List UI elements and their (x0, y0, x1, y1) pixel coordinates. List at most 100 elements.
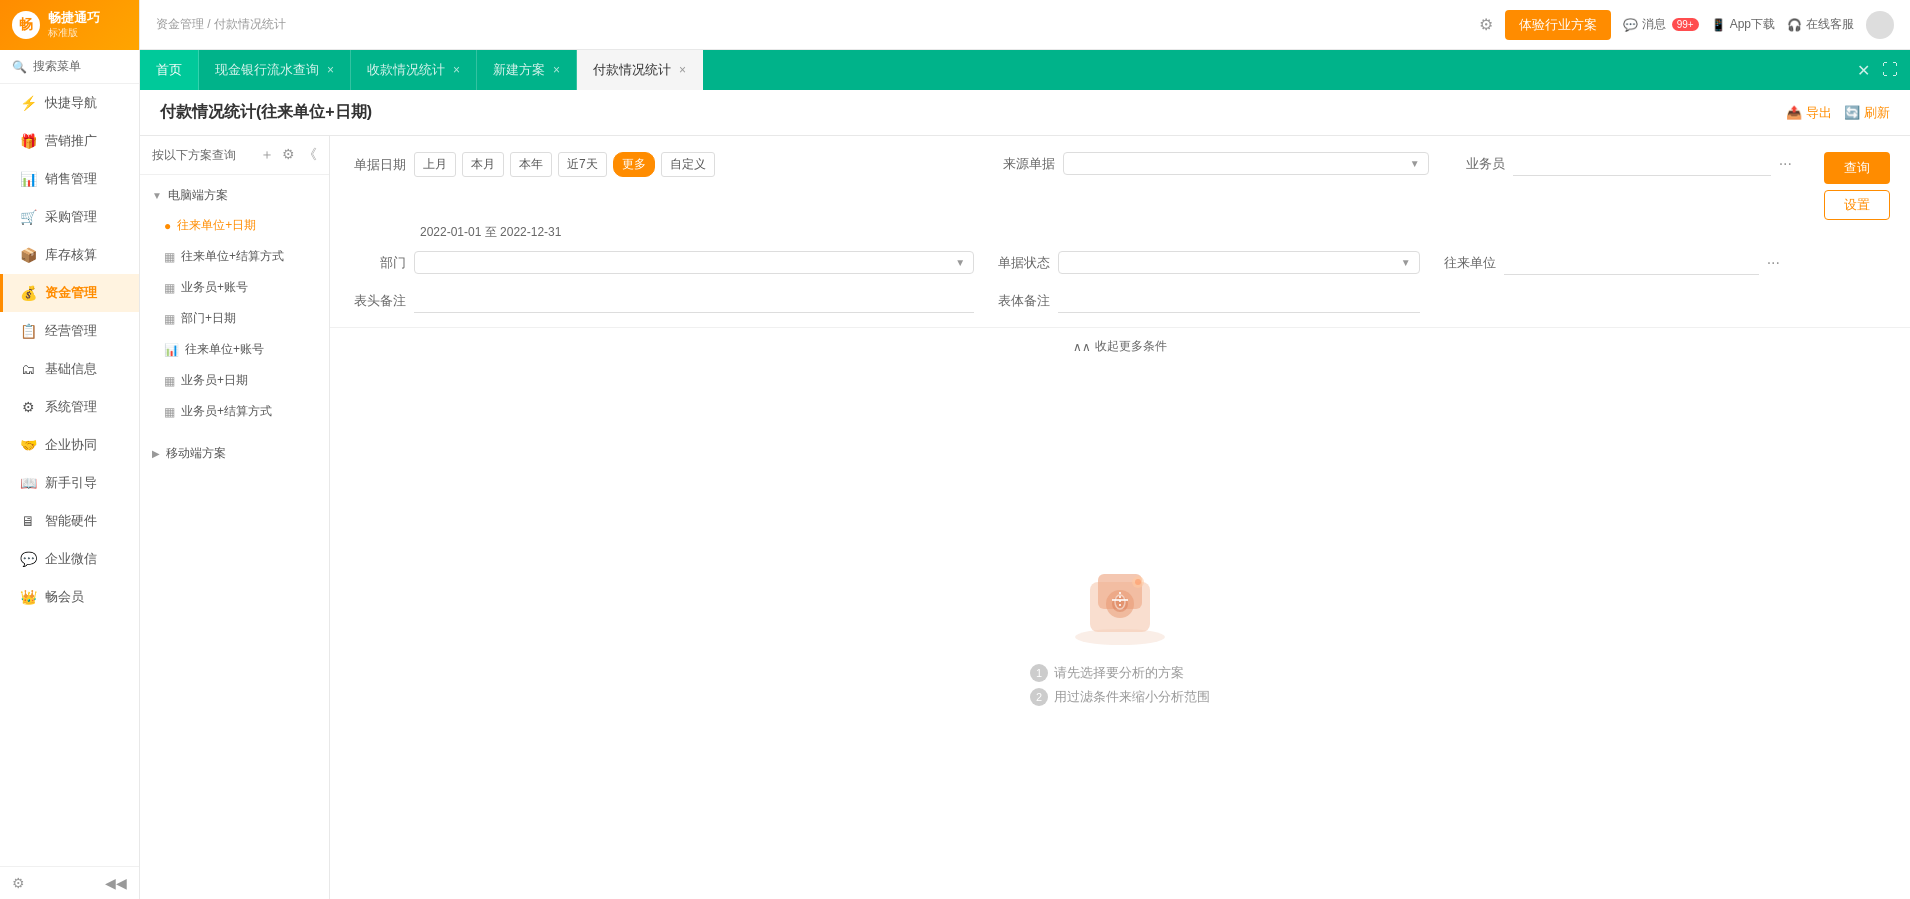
tab-home[interactable]: 首页 (140, 50, 199, 90)
sidebar-item-inventory[interactable]: 📦 库存核算 (0, 236, 139, 274)
scheme-item-salesman-date[interactable]: ▦ 业务员+日期 (140, 365, 329, 396)
tab-collection-close-icon[interactable]: × (453, 63, 460, 77)
scheme-item-label: 往来单位+日期 (177, 217, 256, 234)
close-all-tabs-icon[interactable]: ✕ (1857, 61, 1870, 80)
service-icon: 🎧 (1787, 18, 1802, 32)
scheme-section-mobile-header[interactable]: ▶ 移动端方案 (140, 439, 329, 468)
sidebar-item-label: 企业微信 (45, 550, 97, 568)
tab-bank[interactable]: 现金银行流水查询 × (199, 50, 351, 90)
marketing-icon: 🎁 (19, 133, 37, 149)
filter-row-1: 单据日期 上月 本月 本年 近7天 更多 自定义 来源单据 (350, 152, 1890, 220)
edition-label: 标准版 (48, 26, 100, 40)
refresh-btn[interactable]: 🔄 刷新 (1844, 104, 1890, 122)
tab-bank-close-icon[interactable]: × (327, 63, 334, 77)
tip-num-1: 1 (1030, 664, 1048, 682)
collapse-more-btn[interactable]: ∧∧ 收起更多条件 (330, 327, 1910, 365)
status-label: 单据状态 (994, 254, 1050, 272)
sidebar-item-guide[interactable]: 📖 新手引导 (0, 464, 139, 502)
tab-collection[interactable]: 收款情况统计 × (351, 50, 477, 90)
collapse-label: 收起更多条件 (1095, 338, 1167, 355)
service-label: 在线客服 (1806, 16, 1854, 33)
salesman-dots-icon[interactable]: ··· (1779, 155, 1792, 173)
sidebar-item-cooperation[interactable]: 🤝 企业协同 (0, 426, 139, 464)
message-btn[interactable]: 💬 消息 99+ (1623, 16, 1699, 33)
scheme-item-salesman-account[interactable]: ▦ 业务员+账号 (140, 272, 329, 303)
scheme-item-label: 业务员+日期 (181, 372, 248, 389)
scheme-item-counterpart-account[interactable]: 📊 往来单位+账号 (140, 334, 329, 365)
date-group: 上月 本月 本年 近7天 更多 自定义 (414, 152, 979, 177)
search-menu-btn[interactable]: 🔍 搜索菜单 (12, 58, 127, 75)
scheme-item-label: 往来单位+账号 (185, 341, 264, 358)
setting-btn[interactable]: 设置 (1824, 190, 1890, 220)
tab-payment-close-icon[interactable]: × (679, 63, 686, 77)
header-note-input[interactable] (414, 289, 974, 313)
sidebar-item-sales[interactable]: 📊 销售管理 (0, 160, 139, 198)
date-custom-btn[interactable]: 自定义 (661, 152, 715, 177)
trial-btn[interactable]: 体验行业方案 (1505, 10, 1611, 40)
date-more-btn[interactable]: 更多 (613, 152, 655, 177)
settings-scheme-icon[interactable]: ⚙ (282, 146, 295, 164)
counterpart-input[interactable] (1504, 251, 1759, 275)
tab-new-scheme[interactable]: 新建方案 × (477, 50, 577, 90)
sidebar-item-label: 企业协同 (45, 436, 97, 454)
scheme-section-pc-header[interactable]: ▼ 电脑端方案 (140, 181, 329, 210)
date-this-month-btn[interactable]: 本月 (462, 152, 504, 177)
refresh-label: 刷新 (1864, 104, 1890, 122)
quick-nav-icon: ⚡ (19, 95, 37, 111)
online-service-btn[interactable]: 🎧 在线客服 (1787, 16, 1854, 33)
counterpart-dots-icon[interactable]: ··· (1767, 254, 1780, 272)
app-download-btn[interactable]: 📱 App下载 (1711, 16, 1775, 33)
filter-salesman-item: 业务员 ··· (1449, 152, 1792, 176)
tip-num-2: 2 (1030, 688, 1048, 706)
scheme-item-salesman-settlement[interactable]: ▦ 业务员+结算方式 (140, 396, 329, 427)
page-title: 付款情况统计(往来单位+日期) (160, 102, 372, 123)
scheme-item-icon: ▦ (164, 374, 175, 388)
operation-icon: 📋 (19, 323, 37, 339)
scheme-item-counterpart-settlement[interactable]: ▦ 往来单位+结算方式 (140, 241, 329, 272)
filter-date-item: 单据日期 上月 本月 本年 近7天 更多 自定义 (350, 152, 979, 177)
sidebar-item-system[interactable]: ⚙ 系统管理 (0, 388, 139, 426)
topbar-settings-icon[interactable]: ⚙ (1479, 15, 1493, 34)
sidebar-item-purchase[interactable]: 🛒 采购管理 (0, 198, 139, 236)
sidebar-header: 畅 畅捷通巧 标准版 (0, 0, 139, 50)
body-note-label: 表体备注 (994, 292, 1050, 310)
export-btn[interactable]: 📤 导出 (1786, 104, 1832, 122)
date-7days-btn[interactable]: 近7天 (558, 152, 607, 177)
sidebar-search-area[interactable]: 🔍 搜索菜单 (0, 50, 139, 84)
sidebar-item-marketing[interactable]: 🎁 营销推广 (0, 122, 139, 160)
settings-gear-icon[interactable]: ⚙ (12, 875, 25, 891)
sidebar-item-vip[interactable]: 👑 畅会员 (0, 578, 139, 616)
scheme-item-icon: ▦ (164, 281, 175, 295)
maximize-icon[interactable]: ⛶ (1882, 61, 1898, 79)
tab-new-scheme-close-icon[interactable]: × (553, 63, 560, 77)
add-scheme-icon[interactable]: ＋ (260, 146, 274, 164)
sidebar-item-operation[interactable]: 📋 经营管理 (0, 312, 139, 350)
sidebar-item-quick-nav[interactable]: ⚡ 快捷导航 (0, 84, 139, 122)
tab-home-label: 首页 (156, 61, 182, 79)
source-select[interactable]: ▼ (1063, 152, 1428, 175)
salesman-input[interactable] (1513, 152, 1771, 176)
sidebar-item-capital[interactable]: 💰 资金管理 (0, 274, 139, 312)
body-note-input[interactable] (1058, 289, 1420, 313)
scheme-item-label: 业务员+账号 (181, 279, 248, 296)
scheme-item-active-icon: ● (164, 219, 171, 233)
sidebar-item-wechat[interactable]: 💬 企业微信 (0, 540, 139, 578)
dept-select[interactable]: ▼ (414, 251, 974, 274)
date-last-month-btn[interactable]: 上月 (414, 152, 456, 177)
dept-select-arrow-icon: ▼ (955, 257, 965, 268)
sidebar-item-hardware[interactable]: 🖥 智能硬件 (0, 502, 139, 540)
scheme-item-counterpart-date[interactable]: ● 往来单位+日期 (140, 210, 329, 241)
scheme-section-mobile: ▶ 移动端方案 (140, 433, 329, 474)
tab-payment[interactable]: 付款情况统计 × (577, 50, 703, 90)
tip-text-2: 用过滤条件来缩小分析范围 (1054, 688, 1210, 706)
sidebar-footer: ⚙ ◀◀ (0, 866, 139, 899)
status-select[interactable]: ▼ (1058, 251, 1420, 274)
collapse-sidebar-icon[interactable]: ◀◀ (105, 875, 127, 891)
sidebar-item-basic[interactable]: 🗂 基础信息 (0, 350, 139, 388)
query-btn[interactable]: 查询 (1824, 152, 1890, 184)
date-this-year-btn[interactable]: 本年 (510, 152, 552, 177)
collapse-scheme-icon[interactable]: 《 (303, 146, 317, 164)
svg-point-9 (1135, 579, 1141, 585)
user-avatar[interactable] (1866, 11, 1894, 39)
scheme-item-dept-date[interactable]: ▦ 部门+日期 (140, 303, 329, 334)
